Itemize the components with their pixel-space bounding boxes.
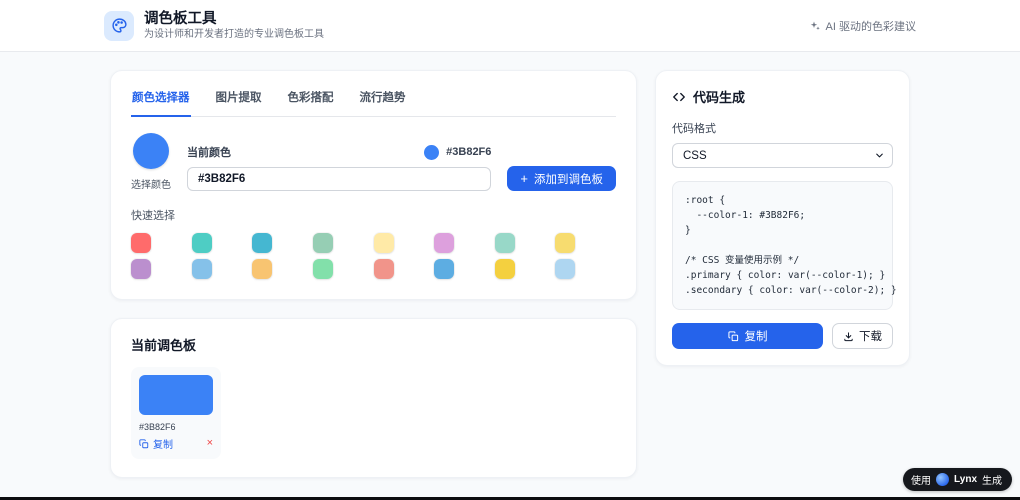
quick-swatch[interactable] [191, 233, 212, 253]
code-copy-label: 复制 [744, 331, 768, 343]
code-copy-button[interactable]: 复制 [672, 323, 823, 349]
quick-swatch[interactable] [434, 259, 455, 279]
badge-brand: Lynx [954, 474, 977, 485]
generated-code-block: :root { --color-1: #3B82F6; } /* CSS 变量使… [672, 181, 897, 310]
quick-swatch[interactable] [312, 259, 333, 279]
quick-swatch[interactable] [191, 259, 212, 279]
copy-icon [727, 330, 738, 341]
lynx-logo-icon [936, 473, 950, 486]
palette-remove-button[interactable]: × [207, 438, 213, 449]
code-format-label: 代码格式 [672, 123, 716, 135]
palette-copy-button[interactable]: 复制 [139, 436, 173, 451]
palette-item-swatch [139, 375, 213, 415]
palette-item: #3B82F6 复制 × [131, 367, 221, 459]
badge-prefix: 使用 [911, 476, 932, 487]
code-download-label: 下载 [859, 331, 882, 343]
quick-swatch[interactable] [252, 233, 273, 253]
code-icon [673, 92, 685, 101]
quick-swatch[interactable] [373, 259, 394, 279]
ai-suggestion-hint: AI 驱动的色彩建议 [809, 18, 916, 34]
current-color-hex: #3B82F6 [446, 146, 492, 158]
app-header: 调色板工具 为设计师和开发者打造的专业调色板工具 AI 驱动的色彩建议 [0, 0, 1020, 52]
codegen-title: 代码生成 [693, 90, 746, 105]
color-picker-card: 颜色选择器 图片提取 色彩搭配 流行趋势 选择颜色 当前颜色 #3B82F6 #… [110, 70, 637, 300]
current-color-label: 当前颜色 [187, 147, 231, 159]
quick-swatch[interactable] [555, 259, 576, 279]
code-download-button[interactable]: 下载 [832, 323, 893, 349]
quick-swatch[interactable] [252, 259, 273, 279]
quick-swatch[interactable] [494, 259, 515, 279]
page-title: 调色板工具 [144, 10, 217, 27]
quick-select-label: 快速选择 [131, 210, 175, 222]
badge-suffix: 生成 [982, 476, 1002, 487]
lynx-attribution-badge[interactable]: 使用 Lynx 生成 [903, 468, 1012, 491]
quick-swatch[interactable] [555, 233, 576, 253]
hex-input[interactable] [187, 167, 492, 191]
palette-copy-label: 复制 [153, 440, 173, 451]
quick-swatch-grid [131, 233, 616, 279]
tab-image-extract[interactable]: 图片提取 [215, 87, 263, 117]
quick-swatch[interactable] [434, 233, 455, 253]
generated-code: :root { --color-1: #3B82F6; } /* CSS 变量使… [685, 195, 897, 296]
code-generation-card: 代码生成 代码格式 CSS :root { --color-1: #3B82F6… [655, 70, 910, 366]
palette-icon [104, 10, 134, 41]
app-brand: 调色板工具 为设计师和开发者打造的专业调色板工具 [104, 10, 324, 41]
palette-item-hex: #3B82F6 [139, 422, 176, 432]
palette-title: 当前调色板 [131, 338, 197, 353]
tab-color-match[interactable]: 色彩搭配 [287, 87, 335, 117]
quick-swatch[interactable] [494, 233, 515, 253]
pick-color-label: 选择颜色 [131, 180, 171, 191]
code-format-select[interactable]: CSS [672, 143, 893, 168]
picker-tabs: 颜色选择器 图片提取 色彩搭配 流行趋势 [131, 87, 616, 117]
color-picker-swatch[interactable] [133, 133, 169, 169]
add-button-label: 添加到调色板 [534, 173, 603, 186]
current-color-dot [424, 144, 440, 160]
plus-icon: + [520, 171, 528, 186]
copy-icon [139, 438, 149, 448]
add-to-palette-button[interactable]: + 添加到调色板 [507, 166, 616, 191]
quick-swatch[interactable] [312, 233, 333, 253]
tab-color-picker[interactable]: 颜色选择器 [131, 87, 191, 117]
quick-swatch[interactable] [131, 259, 151, 279]
quick-swatch[interactable] [131, 233, 151, 253]
tab-trending[interactable]: 流行趋势 [359, 87, 407, 117]
quick-swatch[interactable] [373, 233, 394, 253]
download-icon [844, 331, 853, 341]
ai-hint-label: AI 驱动的色彩建议 [825, 20, 916, 33]
page-subtitle: 为设计师和开发者打造的专业调色板工具 [144, 28, 324, 40]
sparkles-icon [810, 21, 820, 30]
current-palette-card: 当前调色板 #3B82F6 复制 × [110, 318, 637, 478]
